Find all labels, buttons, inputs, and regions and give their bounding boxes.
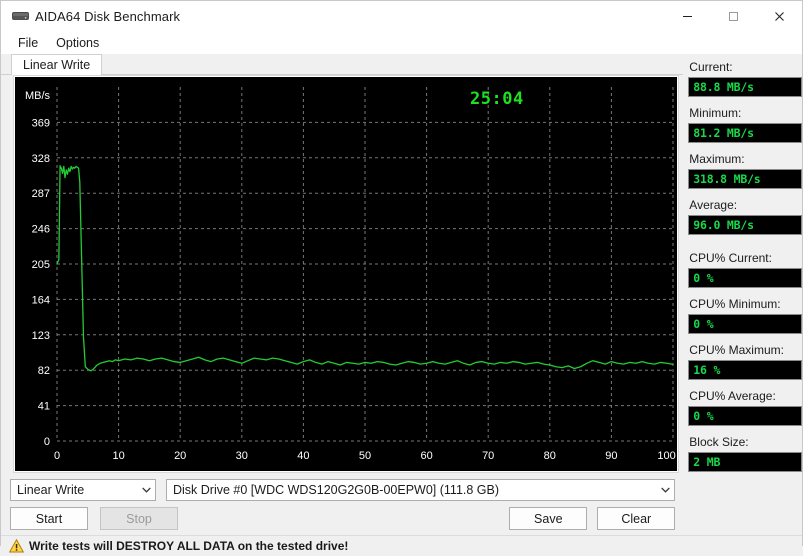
warning-triangle-icon	[8, 538, 25, 553]
stat-box-maximum: 318.8 MB/s	[688, 169, 802, 189]
stop-button[interactable]: Stop	[100, 507, 178, 530]
stat-label-cpu-current: CPU% Current:	[689, 251, 772, 265]
menu-item-file[interactable]: File	[9, 34, 47, 52]
stat-value-minimum: 81.2 MB/s	[693, 126, 754, 140]
stat-label-block-size: Block Size:	[689, 435, 749, 449]
svg-text:328: 328	[32, 153, 50, 165]
svg-text:60: 60	[420, 450, 432, 462]
tab-linear-write[interactable]: Linear Write	[11, 54, 103, 75]
stat-box-cpu-average: 0 %	[688, 406, 802, 426]
window-title: AIDA64 Disk Benchmark	[35, 8, 181, 24]
svg-text:50: 50	[359, 450, 371, 462]
stat-box-cpu-maximum: 16 %	[688, 360, 802, 380]
svg-text:287: 287	[32, 188, 50, 200]
svg-text:100 %: 100 %	[657, 450, 679, 462]
statistics-panel: Current: 88.8 MB/s Minimum: 81.2 MB/s Maximu…	[683, 54, 802, 530]
maximize-button[interactable]	[710, 1, 756, 31]
stat-box-cpu-minimum: 0 %	[688, 314, 802, 334]
svg-text:41: 41	[38, 401, 50, 413]
stat-label-cpu-average: CPU% Average:	[689, 389, 776, 403]
stat-label-average: Average:	[689, 198, 738, 212]
stat-value-current: 88.8 MB/s	[693, 80, 754, 94]
stat-value-cpu-average: 0 %	[693, 409, 714, 423]
stat-box-average: 96.0 MB/s	[688, 215, 802, 235]
disk-drive-icon	[8, 10, 32, 22]
benchmark-chart-panel: 0 41 82 123 164 205 246 287 328 369 MB/s 0 10 20 30 40 5…	[13, 75, 679, 473]
svg-text:164: 164	[32, 294, 50, 306]
svg-text:20: 20	[174, 450, 186, 462]
svg-text:10: 10	[112, 450, 124, 462]
stat-label-minimum: Minimum:	[689, 106, 742, 120]
svg-text:246: 246	[32, 224, 50, 236]
stat-spacer	[688, 244, 802, 251]
drive-select[interactable]: Disk Drive #0 [WDC WDS120G2G0B-00EPW0] (…	[166, 479, 676, 501]
chevron-down-icon	[137, 487, 155, 493]
svg-text:40: 40	[297, 450, 309, 462]
title-bar: AIDA64 Disk Benchmark	[1, 1, 802, 31]
tab-strip: Linear Write	[1, 54, 684, 75]
stat-box-current: 88.8 MB/s	[688, 77, 802, 97]
status-message: Write tests will DESTROY ALL DATA on the…	[29, 539, 349, 553]
stat-box-block-size: 2 MB	[688, 452, 802, 472]
svg-text:205: 205	[32, 259, 50, 271]
aida64-disk-benchmark-window: AIDA64 Disk Benchmark File Options Linea…	[0, 0, 803, 556]
stat-label-maximum: Maximum:	[689, 152, 745, 166]
chevron-down-icon	[656, 487, 674, 493]
stat-value-cpu-minimum: 0 %	[693, 317, 714, 331]
benchmark-chart: 0 41 82 123 164 205 246 287 328 369 MB/s 0 10 20 30 40 5…	[15, 77, 679, 471]
stat-value-cpu-current: 0 %	[693, 271, 714, 285]
menu-item-options[interactable]: Options	[47, 34, 108, 52]
stat-value-block-size: 2 MB	[693, 455, 721, 469]
stat-label-cpu-maximum: CPU% Maximum:	[689, 343, 784, 357]
svg-text:82: 82	[38, 365, 50, 377]
stat-value-cpu-maximum: 16 %	[693, 363, 721, 377]
stat-label-cpu-minimum: CPU% Minimum:	[689, 297, 781, 311]
svg-text:80: 80	[544, 450, 556, 462]
drive-select-value: Disk Drive #0 [WDC WDS120G2G0B-00EPW0] (…	[173, 483, 500, 497]
svg-text:0: 0	[54, 450, 60, 462]
svg-text:369: 369	[32, 117, 50, 129]
stat-box-cpu-current: 0 %	[688, 268, 802, 288]
svg-text:90: 90	[605, 450, 617, 462]
stat-label-current: Current:	[689, 60, 733, 74]
test-mode-value: Linear Write	[17, 483, 85, 497]
svg-text:123: 123	[32, 330, 50, 342]
test-mode-select[interactable]: Linear Write	[10, 479, 156, 501]
svg-text:MB/s: MB/s	[25, 90, 51, 102]
stat-value-maximum: 318.8 MB/s	[693, 172, 761, 186]
save-button[interactable]: Save	[509, 507, 588, 530]
window-controls	[664, 1, 802, 31]
controls-area: Linear Write Disk Drive #0 [WDC WDS120G2…	[1, 473, 683, 530]
stat-value-average: 96.0 MB/s	[693, 218, 754, 232]
main-body: Linear Write 0 41 82 123 164 205 246 287 328 369 M…	[1, 54, 802, 530]
start-button[interactable]: Start	[10, 507, 88, 530]
left-column: Linear Write 0 41 82 123 164 205 246 287 328 369 M…	[1, 54, 684, 530]
minimize-button[interactable]	[664, 1, 710, 31]
menu-bar: File Options	[1, 31, 802, 54]
selector-row: Linear Write Disk Drive #0 [WDC WDS120G2…	[1, 479, 683, 501]
svg-text:0: 0	[44, 436, 50, 448]
svg-text:30: 30	[236, 450, 248, 462]
clear-button[interactable]: Clear	[597, 507, 676, 530]
stat-box-minimum: 81.2 MB/s	[688, 123, 802, 143]
svg-text:70: 70	[482, 450, 494, 462]
close-button[interactable]	[756, 1, 802, 31]
button-row: Start Stop Save Clear	[1, 501, 683, 530]
